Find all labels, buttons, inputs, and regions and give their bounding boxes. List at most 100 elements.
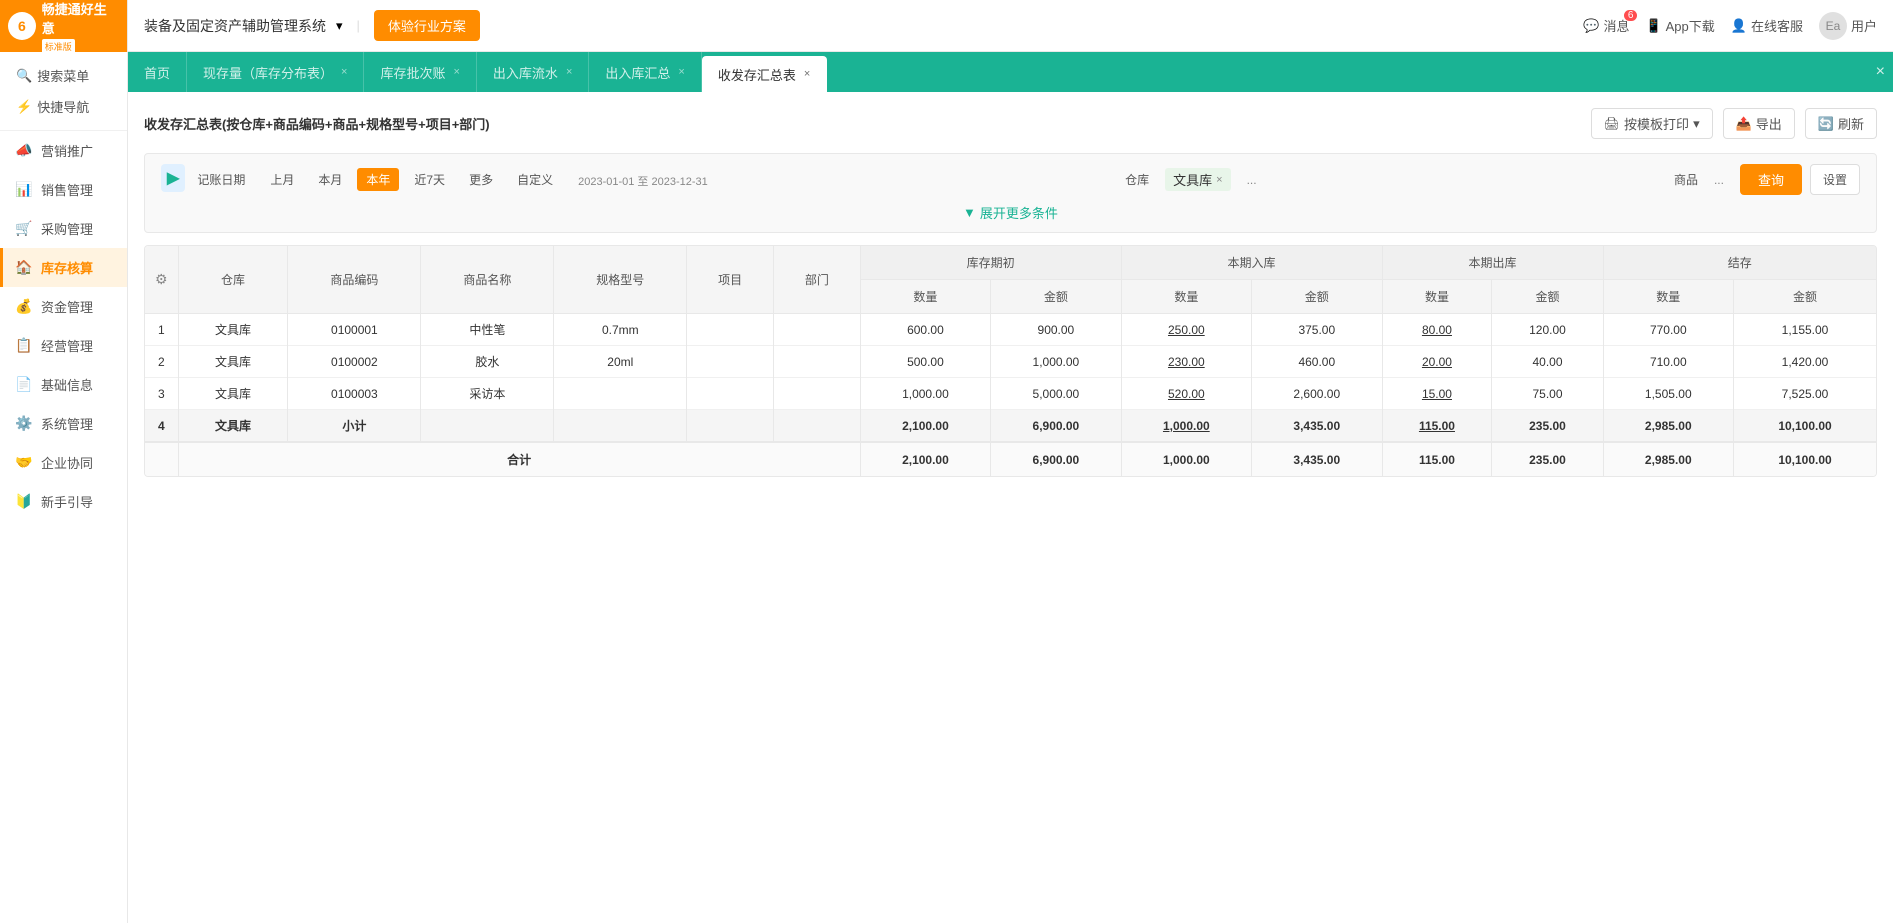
dropdown-icon: ▾ bbox=[336, 18, 343, 34]
sidebar-item-sales[interactable]: 📊 销售管理 bbox=[0, 170, 127, 209]
warehouse-tag-close[interactable]: × bbox=[1216, 174, 1222, 186]
filter-collapse-btn[interactable]: ▶ bbox=[161, 164, 185, 192]
td-out-qty[interactable]: 15.00 bbox=[1382, 378, 1492, 410]
sidebar-item-finance[interactable]: 💰 资金管理 bbox=[0, 287, 127, 326]
td-out-amt: 235.00 bbox=[1492, 410, 1603, 443]
tab-inout-flow[interactable]: 出入库流水 × bbox=[477, 52, 589, 92]
sidebar-item-operations[interactable]: 📋 经营管理 bbox=[0, 326, 127, 365]
filter-area: ▶ 记账日期 上月 本月 本年 近7天 更多 自定义 bbox=[144, 153, 1877, 233]
sidebar-item-cooperation[interactable]: 🤝 企业协同 bbox=[0, 443, 127, 482]
table-header-group-row: ⚙ 仓库 商品编码 商品名称 规格型号 项目 部门 库存期初 本期入库 本期出库… bbox=[145, 246, 1876, 280]
tab-label: 库存批次账 bbox=[380, 63, 445, 82]
td-warehouse: 文具库 bbox=[178, 378, 288, 410]
td-out-qty[interactable]: 20.00 bbox=[1382, 346, 1492, 378]
sidebar-item-purchase[interactable]: 🛒 采购管理 bbox=[0, 209, 127, 248]
close-all-tabs[interactable]: × bbox=[1876, 63, 1885, 81]
sidebar-item-basic[interactable]: 📄 基础信息 bbox=[0, 365, 127, 404]
quick-nav-item[interactable]: ⚡ 快捷导航 bbox=[8, 91, 119, 122]
refresh-icon: 🔄 bbox=[1818, 116, 1834, 132]
td-total-in-qty: 1,000.00 bbox=[1121, 442, 1251, 476]
sidebar-logo: 6 畅捷通好生意 标准版 bbox=[0, 0, 127, 52]
sales-icon: 📊 bbox=[15, 181, 33, 198]
date-btn-last-month[interactable]: 上月 bbox=[261, 168, 303, 191]
table-row: 3 文具库 0100003 采访本 1,000.00 5,000.00 520.… bbox=[145, 378, 1876, 410]
online-service-action[interactable]: 👤 在线客服 bbox=[1731, 16, 1803, 35]
print-btn[interactable]: 🖨 按模板打印 ▾ bbox=[1591, 108, 1713, 139]
expand-btn[interactable]: ▼ 展开更多条件 bbox=[963, 203, 1058, 222]
th-out-qty: 数量 bbox=[1382, 280, 1492, 314]
tab-inout-summary[interactable]: 出入库汇总 × bbox=[589, 52, 701, 92]
sidebar-item-guide[interactable]: 🔰 新手引导 bbox=[0, 482, 127, 521]
refresh-btn[interactable]: 🔄 刷新 bbox=[1805, 108, 1877, 139]
date-btn-more[interactable]: 更多 bbox=[460, 168, 502, 191]
date-btn-custom[interactable]: 自定义 bbox=[508, 168, 562, 191]
td-warehouse: 文具库 bbox=[178, 314, 288, 346]
divider: | bbox=[357, 18, 360, 33]
tab-close-icon[interactable]: × bbox=[804, 68, 810, 80]
td-total-closing-qty: 2,985.00 bbox=[1603, 442, 1733, 476]
query-btn[interactable]: 查询 bbox=[1740, 164, 1802, 195]
th-in-qty: 数量 bbox=[1121, 280, 1251, 314]
table-row: 2 文具库 0100002 胶水 20ml 500.00 1,000.00 23… bbox=[145, 346, 1876, 378]
tab-close-icon[interactable]: × bbox=[566, 66, 572, 78]
td-dept bbox=[773, 314, 860, 346]
filter-expand-row: ▼ 展开更多条件 bbox=[161, 203, 1860, 222]
sidebar-item-label: 新手引导 bbox=[41, 492, 93, 511]
tab-home[interactable]: 首页 bbox=[128, 52, 187, 92]
td-opening-amt: 1,000.00 bbox=[991, 346, 1121, 378]
date-btn-7days[interactable]: 近7天 bbox=[405, 168, 454, 191]
search-menu-item[interactable]: 🔍 搜索菜单 bbox=[8, 60, 119, 91]
td-closing-amt: 10,100.00 bbox=[1734, 410, 1876, 443]
tab-close-icon[interactable]: × bbox=[453, 66, 459, 78]
sidebar-item-label: 资金管理 bbox=[41, 297, 93, 316]
td-goods-spec: 20ml bbox=[554, 346, 687, 378]
td-out-amt: 75.00 bbox=[1492, 378, 1603, 410]
th-goods-spec: 规格型号 bbox=[554, 246, 687, 314]
th-group-closing: 结存 bbox=[1603, 246, 1876, 280]
sidebar-item-system[interactable]: ⚙️ 系统管理 bbox=[0, 404, 127, 443]
td-opening-qty: 2,100.00 bbox=[860, 410, 990, 443]
td-in-qty[interactable]: 230.00 bbox=[1121, 346, 1251, 378]
td-in-qty[interactable]: 250.00 bbox=[1121, 314, 1251, 346]
goods-more-btn[interactable]: ... bbox=[1714, 173, 1724, 187]
td-in-qty[interactable]: 520.00 bbox=[1121, 378, 1251, 410]
tab-batch[interactable]: 库存批次账 × bbox=[364, 52, 476, 92]
app-download-action[interactable]: 📱 App下载 bbox=[1645, 16, 1714, 35]
th-in-amt: 金额 bbox=[1252, 280, 1382, 314]
tab-inventory-dist[interactable]: 现存量（库存分布表） × bbox=[187, 52, 364, 92]
sidebar-item-label: 采购管理 bbox=[41, 219, 93, 238]
td-total-in-amt: 3,435.00 bbox=[1252, 442, 1382, 476]
table-settings-btn[interactable]: ⚙ bbox=[155, 271, 168, 288]
sidebar-item-label: 经营管理 bbox=[41, 336, 93, 355]
tab-receive-send-summary[interactable]: 收发存汇总表 × bbox=[702, 56, 827, 92]
td-total-out-qty: 115.00 bbox=[1382, 442, 1492, 476]
td-subtotal-label: 小计 bbox=[288, 410, 421, 443]
export-btn[interactable]: 📤 导出 bbox=[1723, 108, 1795, 139]
message-action[interactable]: 💬 消息 6 bbox=[1583, 16, 1629, 35]
user-label: 用户 bbox=[1851, 16, 1877, 35]
system-dropdown[interactable]: ▾ bbox=[336, 18, 343, 34]
purchase-icon: 🛒 bbox=[15, 220, 33, 237]
trial-btn[interactable]: 体验行业方案 bbox=[374, 10, 480, 41]
td-closing-qty: 1,505.00 bbox=[1603, 378, 1733, 410]
user-action[interactable]: Ea 用户 bbox=[1819, 12, 1877, 40]
tab-close-icon[interactable]: × bbox=[678, 66, 684, 78]
td-in-qty[interactable]: 1,000.00 bbox=[1121, 410, 1251, 443]
td-closing-qty: 770.00 bbox=[1603, 314, 1733, 346]
td-empty2 bbox=[554, 410, 687, 443]
sidebar-item-inventory[interactable]: 🏠 库存核算 bbox=[0, 248, 127, 287]
td-out-qty[interactable]: 115.00 bbox=[1382, 410, 1492, 443]
cooperation-icon: 🤝 bbox=[15, 454, 33, 471]
td-goods-name: 胶水 bbox=[421, 346, 554, 378]
filter-main-row: ▶ 记账日期 上月 本月 本年 近7天 更多 自定义 bbox=[161, 164, 1860, 195]
filter-settings-btn[interactable]: 设置 bbox=[1810, 164, 1860, 195]
goods-label: 商品 bbox=[1674, 171, 1698, 188]
tab-close-icon[interactable]: × bbox=[341, 66, 347, 78]
collapse-icon: ▶ bbox=[167, 168, 179, 188]
sidebar-item-marketing[interactable]: 📣 营销推广 bbox=[0, 131, 127, 170]
td-out-qty[interactable]: 80.00 bbox=[1382, 314, 1492, 346]
warehouse-more-btn[interactable]: ... bbox=[1247, 173, 1257, 187]
date-btn-this-month[interactable]: 本月 bbox=[309, 168, 351, 191]
top-header: 装备及固定资产辅助管理系统 ▾ | 体验行业方案 💬 消息 6 📱 App下载 … bbox=[128, 0, 1893, 52]
date-btn-this-year[interactable]: 本年 bbox=[357, 168, 399, 191]
